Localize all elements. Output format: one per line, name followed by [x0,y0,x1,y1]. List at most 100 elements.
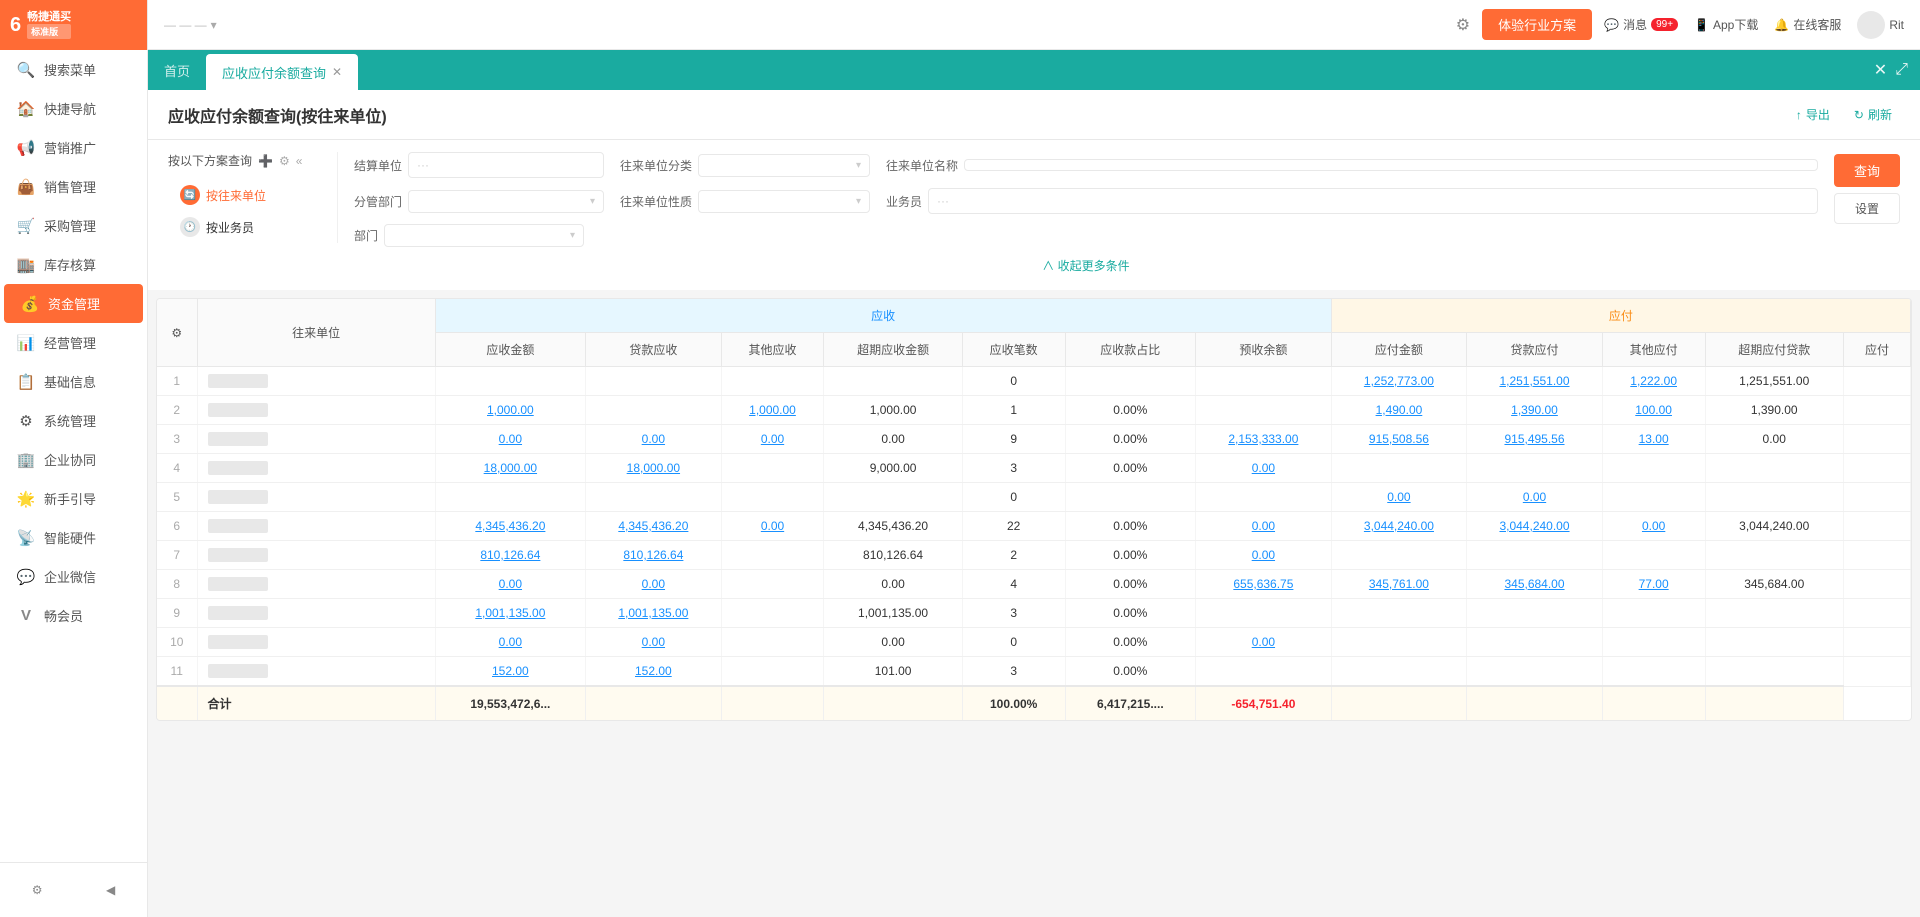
table-cell-link[interactable]: 152.00 [586,657,722,687]
table-cell-link[interactable]: 810,126.64 [435,541,585,570]
sidebar-item-enterprise[interactable]: 🏢 企业协同 [0,440,147,479]
tab-arbalance[interactable]: 应收应付余额查询 ✕ [206,54,358,90]
table-cell-link[interactable]: 915,508.56 [1331,425,1467,454]
table-cell-link[interactable]: 1,490.00 [1331,396,1467,425]
filter-dept-input[interactable]: ▾ [384,224,584,247]
table-cell-link[interactable]: 4,345,436.20 [586,512,722,541]
table-cell-link[interactable]: 1,001,135.00 [586,599,722,628]
table-cell [1467,657,1603,687]
table-cell-link[interactable]: 655,636.75 [1196,570,1332,599]
table-cell-link[interactable]: 0.00 [1196,628,1332,657]
sidebar-item-finance[interactable]: 💰 资金管理 [4,284,143,323]
filter-settlement-input[interactable]: ··· [408,152,604,178]
sidebar-item-operation[interactable]: 📊 经营管理 [0,323,147,362]
promo-button[interactable]: 体验行业方案 [1482,9,1592,40]
table-cell-link[interactable]: 1,251,551.00 [1467,367,1603,396]
table-cell-link[interactable]: 0.00 [1331,483,1467,512]
sidebar-item-newbie[interactable]: 🌟 新手引导 [0,479,147,518]
table-cell-link[interactable]: 0.00 [1196,541,1332,570]
tree-item-partner[interactable]: 🔄 按往来单位 [168,179,325,211]
table-cell-link[interactable]: 345,684.00 [1467,570,1603,599]
sidebar-item-hardware[interactable]: 📡 智能硬件 [0,518,147,557]
sidebar-settings-btn[interactable]: ⚙ [16,875,59,905]
table-cell-link[interactable]: 0.00 [586,425,722,454]
sidebar-item-marketing[interactable]: 📢 营销推广 [0,128,147,167]
table-cell-link[interactable]: 18,000.00 [435,454,585,483]
tab-close-window-btn[interactable]: ✕ [1874,60,1887,80]
table-cell-link[interactable]: 810,126.64 [586,541,722,570]
filter-partner-name-input[interactable] [964,159,1818,171]
export-button[interactable]: ↑ 导出 [1788,102,1838,127]
app-download-button[interactable]: 📱 App下载 [1694,16,1758,33]
tab-expand-btn[interactable]: ⤢ [1895,61,1908,79]
filter-partner-category-input[interactable]: ▾ [698,154,870,177]
table-cell-link[interactable]: 0.00 [435,570,585,599]
table-cell-link[interactable]: 152.00 [435,657,585,687]
sidebar-item-member[interactable]: V 畅会员 [0,596,147,635]
collapse-more-btn[interactable]: ∧ 收起更多条件 [354,253,1818,278]
edit-filter-icon[interactable]: ⚙ [279,154,290,168]
col-gear[interactable]: ⚙ [157,299,197,367]
table-cell-link[interactable]: 3,044,240.00 [1331,512,1467,541]
tree-item-salesperson[interactable]: 🕐 按业务员 [168,211,325,243]
table-cell-link[interactable]: 915,495.56 [1467,425,1603,454]
sidebar-item-purchase[interactable]: 🛒 采购管理 [0,206,147,245]
tab-bar-actions: ✕ ⤢ [1874,60,1920,80]
collapse-filter-icon[interactable]: « [296,154,303,168]
search-icon: 🔍 [16,61,36,79]
filter-partner-type-input[interactable]: ▾ [698,190,870,213]
table-cell-link[interactable]: 77.00 [1602,570,1705,599]
add-filter-icon[interactable]: ➕ [258,154,273,168]
table-cell-link[interactable]: 18,000.00 [586,454,722,483]
table-cell-link[interactable]: 4,345,436.20 [435,512,585,541]
messages-button[interactable]: 💬 消息 99+ [1604,16,1678,33]
table-cell-link[interactable]: 0.00 [1196,512,1332,541]
filter-department-input[interactable]: ▾ [408,190,604,213]
sidebar-collapse-btn[interactable]: ◀ [90,875,131,905]
table-cell-link[interactable]: 0.00 [435,425,585,454]
tab-close-icon[interactable]: ✕ [332,65,342,79]
table-cell [1602,541,1705,570]
table-cell-link[interactable]: 1,000.00 [435,396,585,425]
table-cell-link[interactable]: 0.00 [1196,454,1332,483]
table-cell-link[interactable]: 100.00 [1602,396,1705,425]
sidebar-item-search[interactable]: 🔍 搜索菜单 [0,50,147,89]
online-service-button[interactable]: 🔔 在线客服 [1774,16,1841,33]
table-cell-link[interactable]: 0.00 [1602,512,1705,541]
user-menu[interactable]: Rit [1857,11,1904,39]
settings-gear-icon[interactable]: ⚙ [1456,15,1470,35]
table-cell-link[interactable]: 2,153,333.00 [1196,425,1332,454]
sidebar-item-basic[interactable]: 📋 基础信息 [0,362,147,401]
table-cell [721,570,824,599]
table-cell-link[interactable]: 345,761.00 [1331,570,1467,599]
partner-name-cell [197,599,435,628]
footer-ap-total: -654,751.40 [1196,686,1332,720]
table-cell-link[interactable]: 0.00 [721,512,824,541]
table-cell-link[interactable]: 13.00 [1602,425,1705,454]
table-cell-link[interactable]: 1,222.00 [1602,367,1705,396]
filter-salesperson-input[interactable]: ··· [928,188,1818,214]
table-cell-link[interactable]: 0.00 [586,628,722,657]
table-cell-link[interactable]: 0.00 [721,425,824,454]
table-cell-link[interactable]: 1,000.00 [721,396,824,425]
setting-button[interactable]: 设置 [1834,193,1900,224]
table-cell-link[interactable]: 1,390.00 [1467,396,1603,425]
sidebar-item-system[interactable]: ⚙ 系统管理 [0,401,147,440]
sidebar-item-wechat[interactable]: 💬 企业微信 [0,557,147,596]
table-gear-icon[interactable]: ⚙ [171,326,182,340]
sidebar-item-inventory[interactable]: 🏬 库存核算 [0,245,147,284]
table-cell-link[interactable]: 0.00 [435,628,585,657]
refresh-button[interactable]: ↻ 刷新 [1846,102,1900,127]
table-cell: 0.00% [1065,628,1196,657]
table-cell-link[interactable]: 0.00 [586,570,722,599]
table-cell-link[interactable]: 1,252,773.00 [1331,367,1467,396]
table-cell-link[interactable]: 1,001,135.00 [435,599,585,628]
table-cell: 3 [962,599,1065,628]
table-cell-link[interactable]: 3,044,240.00 [1467,512,1603,541]
tab-home[interactable]: 首页 [148,50,206,90]
footer-ap-overdue [1602,686,1705,720]
table-cell-link[interactable]: 0.00 [1467,483,1603,512]
query-button[interactable]: 查询 [1834,154,1900,187]
sidebar-item-quicknav[interactable]: 🏠 快捷导航 [0,89,147,128]
sidebar-item-sales[interactable]: 👜 销售管理 [0,167,147,206]
